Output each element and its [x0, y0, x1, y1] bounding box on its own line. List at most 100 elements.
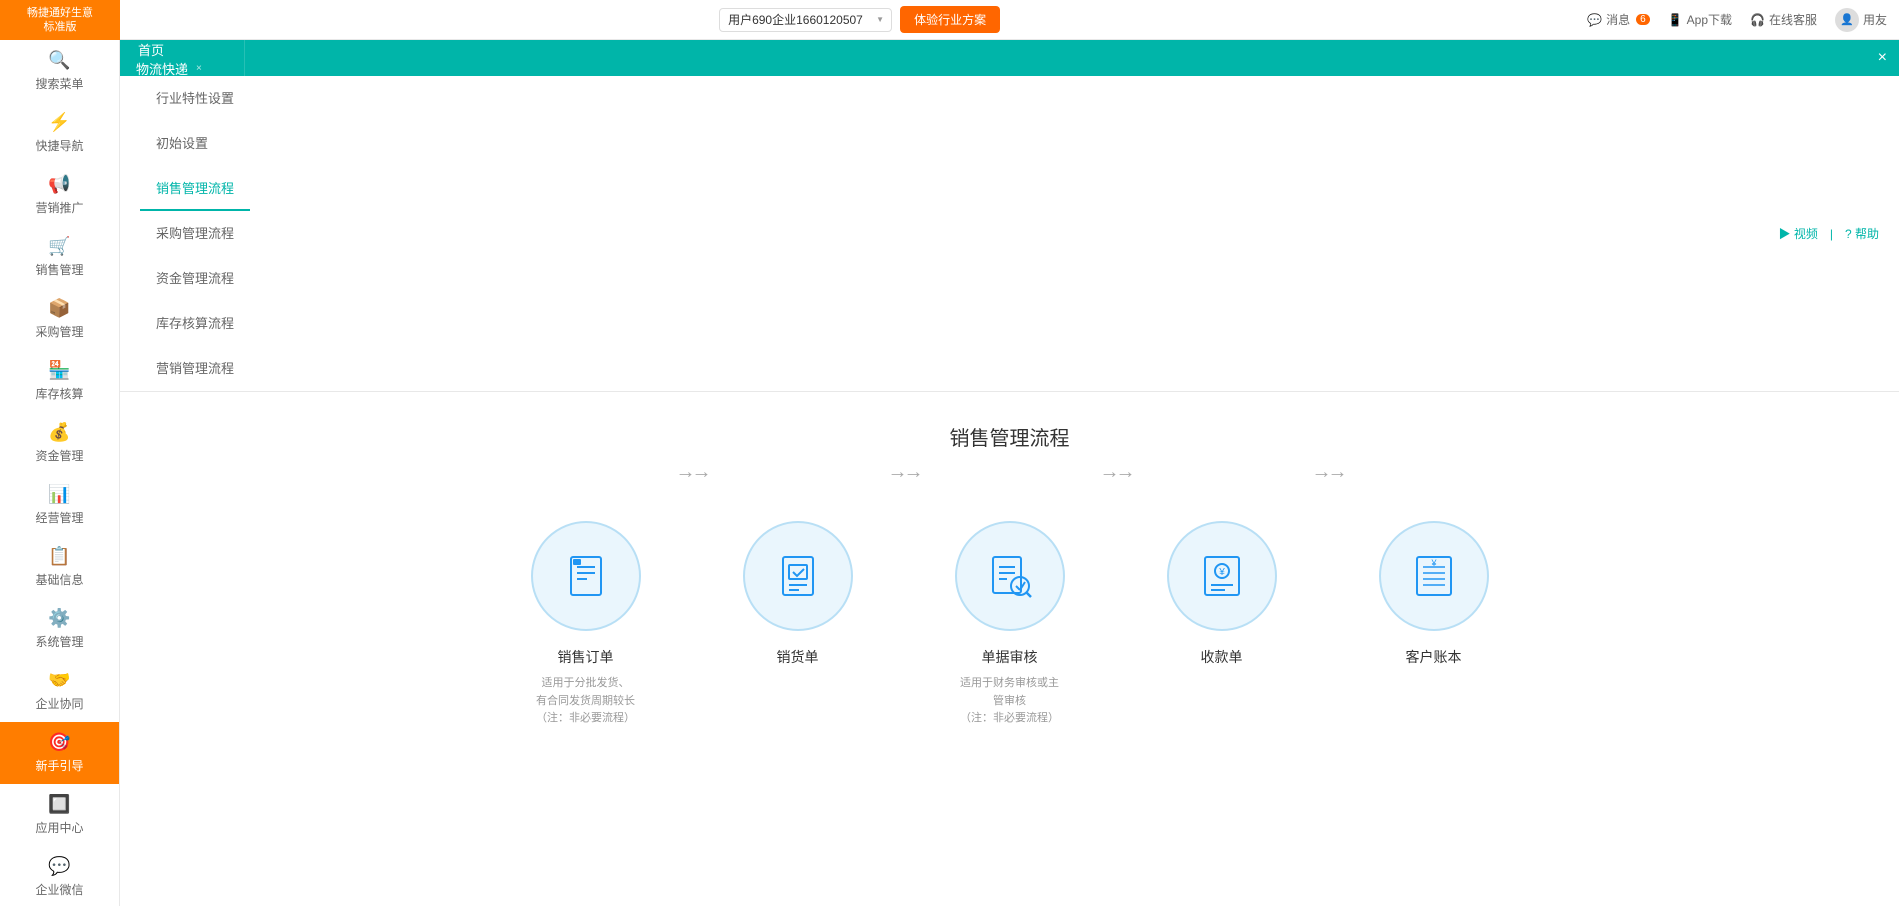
flow-circle-sales_order	[531, 521, 641, 631]
sidebar-item-marketing[interactable]: 📢 营销推广	[0, 164, 119, 226]
sidebar-item-inventory[interactable]: 🏪 库存核算	[0, 350, 119, 412]
sidebar-item-operation[interactable]: 📊 经营管理	[0, 474, 119, 536]
sidebar-icon-enterprise_wechat: 💬	[48, 856, 70, 877]
sidebar-label-operation: 经营管理	[35, 509, 83, 526]
help-link[interactable]: ? 帮助	[1845, 225, 1879, 242]
flow-arrow-3: →→	[1312, 461, 1344, 484]
flow-circle-collection: ¥	[1167, 521, 1277, 631]
main-content: 销售管理流程 销售订单 适用于分批发货、有合同发货周期较长（注：非必要流程） →…	[120, 392, 1899, 778]
nav-tab-label-logistics: 物流快递	[136, 59, 188, 76]
online-service-item[interactable]: 🎧 在线客服	[1750, 11, 1817, 28]
user-select[interactable]: 用户690企业1660120507	[719, 8, 892, 32]
sidebar-icon-newbie: 🎯	[48, 732, 70, 753]
phone-icon: 📱	[1668, 13, 1683, 27]
flow-circle-audit	[955, 521, 1065, 631]
sub-tab-init_settings[interactable]: 初始设置	[140, 121, 250, 166]
logo-area: 畅捷通好生意 标准版	[0, 0, 120, 40]
sidebar-icon-app_center: 🔲	[48, 794, 70, 815]
svg-text:¥: ¥	[1218, 567, 1225, 578]
sidebar-item-system[interactable]: ⚙️ 系统管理	[0, 598, 119, 660]
sub-tab-marketing_flow[interactable]: 营销管理流程	[140, 346, 250, 391]
trial-button[interactable]: 体验行业方案	[900, 6, 1000, 33]
sidebar-label-fund: 资金管理	[35, 447, 83, 464]
page-title: 销售管理流程	[140, 422, 1879, 451]
flow-step-desc-sales_order: 适用于分批发货、有合同发货周期较长（注：非必要流程）	[536, 675, 635, 728]
sidebar-icon-enterprise_coop: 🤝	[48, 670, 70, 691]
sidebar-item-newbie[interactable]: 🎯 新手引导	[0, 722, 119, 784]
sub-tab-inventory_flow[interactable]: 库存核算流程	[140, 301, 250, 346]
sidebar-icon-quick: ⚡	[48, 112, 70, 133]
flow-container: 销售订单 适用于分批发货、有合同发货周期较长（注：非必要流程） →→ 销货单 →…	[140, 501, 1879, 748]
nav-tabs-container: 首页物流快递×在线支付×账号×邀请下游客户×往来期初×初始设置×	[120, 40, 245, 76]
flow-circle-customer_account: ¥	[1379, 521, 1489, 631]
flow-step-title-sales_order: 销售订单	[558, 647, 614, 667]
flow-step-title-customer_account: 客户账本	[1406, 647, 1462, 667]
sidebar-icon-purchase: 📦	[48, 298, 70, 319]
user-select-wrap[interactable]: 用户690企业1660120507	[719, 8, 892, 32]
message-icon-item[interactable]: 💬 消息 6	[1587, 11, 1650, 28]
sidebar-item-search[interactable]: 🔍搜索菜单	[0, 40, 119, 102]
sidebar-label-app_center: 应用中心	[35, 819, 83, 836]
flow-circle-delivery	[743, 521, 853, 631]
question-icon: ?	[1845, 227, 1852, 241]
sidebar-label-enterprise_coop: 企业协同	[35, 695, 83, 712]
sidebar-item-enterprise_wechat[interactable]: 💬 企业微信	[0, 846, 119, 906]
sidebar-item-basic[interactable]: 📋 基础信息	[0, 536, 119, 598]
top-bar: 用户690企业1660120507 体验行业方案 💬 消息 6 📱 App下载 …	[0, 0, 1899, 40]
sidebar-label-enterprise_wechat: 企业微信	[35, 881, 83, 898]
avatar: 👤	[1835, 8, 1859, 32]
sub-tab-sales_flow[interactable]: 销售管理流程	[140, 166, 250, 211]
sidebar-label-purchase: 采购管理	[35, 323, 83, 340]
sidebar-icon-search: 🔍	[48, 50, 70, 71]
top-bar-right: 💬 消息 6 📱 App下载 🎧 在线客服 👤 用友	[1587, 8, 1887, 32]
flow-arrow-2: →→	[1100, 461, 1132, 484]
app-download-item[interactable]: 📱 App下载	[1668, 11, 1732, 28]
sub-tabs-right: ▶ 视频 | ? 帮助	[1778, 225, 1879, 242]
sub-tab-industry[interactable]: 行业特性设置	[140, 76, 250, 121]
nav-tabs-close-btn[interactable]: ×	[1866, 40, 1899, 76]
nav-tab-logistics[interactable]: 物流快递 ×	[120, 59, 245, 76]
sidebar-items-container: 🔍搜索菜单 ⚡ 快捷导航 📢 营销推广 🛒 销售管理 📦 采购管理 🏪 库存核算 💰资金管理 📊 经营管理…	[0, 40, 119, 906]
divider-pipe: |	[1830, 227, 1833, 241]
nav-tabs-bar: 首页物流快递×在线支付×账号×邀请下游客户×往来期初×初始设置× ×	[120, 40, 1899, 76]
sub-tab-purchase_flow[interactable]: 采购管理流程	[140, 211, 250, 256]
flow-step-delivery: 销货单	[708, 521, 888, 675]
sidebar-icon-inventory: 🏪	[48, 360, 70, 381]
sidebar-label-newbie: 新手引导	[35, 757, 83, 774]
sidebar-icon-system: ⚙️	[48, 608, 70, 629]
sidebar-label-system: 系统管理	[35, 633, 83, 650]
sidebar-icon-sales: 🛒	[48, 236, 70, 257]
nav-tab-close-logistics[interactable]: ×	[196, 63, 202, 74]
sidebar-label-basic: 基础信息	[35, 571, 83, 588]
sidebar-item-sales[interactable]: 🛒 销售管理	[0, 226, 119, 288]
sub-tab-fund_flow[interactable]: 资金管理流程	[140, 256, 250, 301]
sidebar-label-marketing: 营销推广	[35, 199, 83, 216]
nav-tab-home[interactable]: 首页	[120, 40, 245, 59]
sidebar-item-enterprise_coop[interactable]: 🤝 企业协同	[0, 660, 119, 722]
flow-step-title-collection: 收款单	[1201, 647, 1243, 667]
flow-step-title-delivery: 销货单	[777, 647, 819, 667]
message-icon: 💬	[1587, 13, 1602, 27]
sidebar-icon-operation: 📊	[48, 484, 70, 505]
flow-arrow-0: →→	[676, 461, 708, 484]
sidebar-label-quick: 快捷导航	[35, 137, 83, 154]
sidebar-item-app_center[interactable]: 🔲 应用中心	[0, 784, 119, 846]
svg-text:¥: ¥	[1430, 558, 1437, 568]
play-icon: ▶	[1778, 227, 1790, 241]
flow-step-title-audit: 单据审核	[982, 647, 1038, 667]
sub-tabs-container: 行业特性设置初始设置销售管理流程采购管理流程资金管理流程库存核算流程营销管理流程	[140, 76, 250, 391]
sidebar-item-purchase[interactable]: 📦 采购管理	[0, 288, 119, 350]
sidebar: 🔍搜索菜单 ⚡ 快捷导航 📢 营销推广 🛒 销售管理 📦 采购管理 🏪 库存核算 💰资金管理 📊 经营管理…	[0, 0, 120, 906]
sidebar-icon-marketing: 📢	[48, 174, 70, 195]
sidebar-icon-basic: 📋	[48, 546, 70, 567]
flow-step-collection: ¥ 收款单	[1132, 521, 1312, 675]
headset-icon: 🎧	[1750, 13, 1765, 27]
video-link[interactable]: ▶ 视频	[1778, 225, 1817, 242]
flow-step-customer_account: ¥ 客户账本	[1344, 521, 1524, 675]
sidebar-label-inventory: 库存核算	[35, 385, 83, 402]
sidebar-item-fund[interactable]: 💰资金管理	[0, 412, 119, 474]
user-item[interactable]: 👤 用友	[1835, 8, 1887, 32]
sidebar-label-sales: 销售管理	[35, 261, 83, 278]
flow-steps-container: 销售订单 适用于分批发货、有合同发货周期较长（注：非必要流程） →→ 销货单 →…	[496, 521, 1524, 728]
sidebar-item-quick[interactable]: ⚡ 快捷导航	[0, 102, 119, 164]
